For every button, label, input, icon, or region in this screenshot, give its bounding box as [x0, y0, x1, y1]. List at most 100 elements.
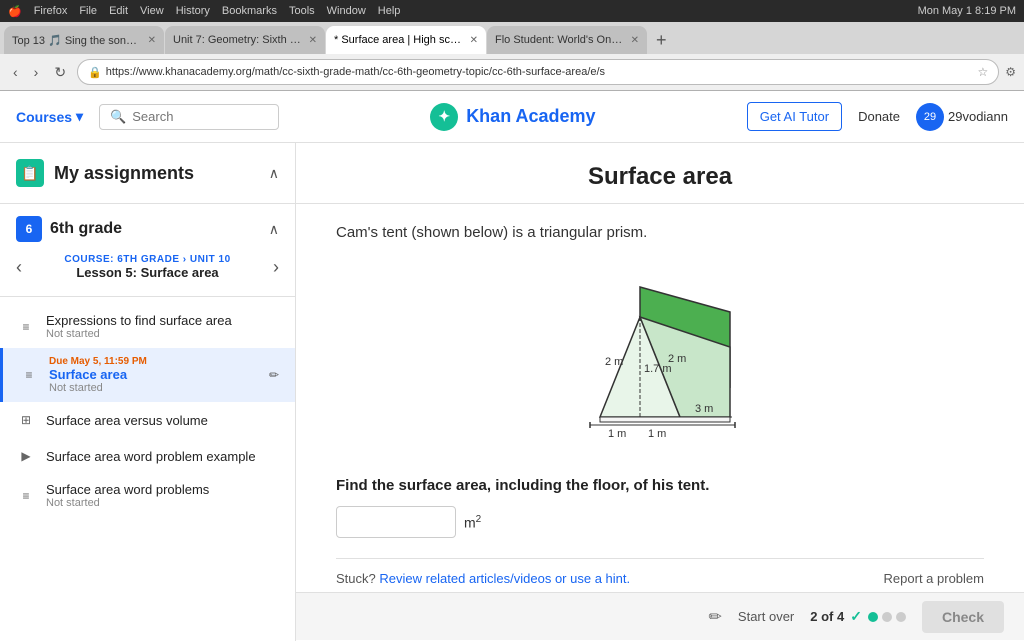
progress-text: 2 of 4	[810, 609, 844, 624]
label-1m-left: 1 m	[608, 428, 626, 440]
edit-menu[interactable]: Edit	[109, 5, 128, 17]
next-lesson-button[interactable]: ›	[273, 257, 279, 278]
item-content: Surface area versus volume	[46, 413, 279, 428]
content-area: Surface area Cam's tent (shown below) is…	[296, 143, 1024, 641]
file-menu[interactable]: File	[79, 5, 97, 17]
sidebar-grade-header: 6 6th grade ∧	[16, 216, 279, 242]
sidebar-item-word-problem-example[interactable]: ▶ Surface area word problem example	[0, 438, 295, 474]
start-over-button[interactable]: Start over	[738, 609, 794, 624]
sidebar-item-surface-area[interactable]: ≡ Due May 5, 11:59 PM Surface area Not s…	[0, 348, 295, 402]
progress-dot-1	[868, 612, 878, 622]
refresh-button[interactable]: ↻	[49, 62, 71, 83]
tabs-bar: Top 13 🎵 Sing the song if yo X ✕ Unit 7:…	[0, 22, 1024, 54]
close-icon[interactable]: ✕	[631, 35, 639, 46]
pencil-icon[interactable]: ✏	[709, 607, 722, 627]
report-problem-link[interactable]: Report a problem	[884, 571, 984, 586]
new-tab-button[interactable]: +	[648, 30, 675, 51]
item-title: Surface area word problems	[46, 482, 279, 497]
close-icon[interactable]: ✕	[470, 35, 478, 46]
back-button[interactable]: ‹	[8, 62, 23, 82]
item-title: Surface area versus volume	[46, 413, 279, 428]
hint-link[interactable]: Review related articles/videos or use a …	[379, 571, 630, 586]
view-menu[interactable]: View	[140, 5, 164, 17]
tools-menu[interactable]: Tools	[289, 5, 315, 17]
progress-dot-2	[882, 612, 892, 622]
firefox-menu[interactable]: Firefox	[34, 5, 68, 17]
prev-lesson-button[interactable]: ‹	[16, 257, 22, 278]
search-input[interactable]	[132, 109, 252, 124]
username: 29vodiann	[948, 109, 1008, 124]
ai-tutor-button[interactable]: Get AI Tutor	[747, 102, 842, 131]
exercise-icon: ≡	[19, 365, 39, 385]
search-bar[interactable]: 🔍	[99, 104, 279, 130]
user-menu[interactable]: 29 29vodiann	[916, 103, 1008, 131]
assignments-icon: 📋	[16, 159, 44, 187]
sidebar-item-expressions[interactable]: ≡ Expressions to find surface area Not s…	[0, 305, 295, 348]
item-content: Surface area word problem example	[46, 449, 279, 464]
progress-dots	[868, 612, 906, 622]
macos-status: Mon May 1 8:19 PM	[918, 5, 1016, 17]
exercise-icon: ≡	[16, 317, 36, 337]
ka-logo: ✦ Khan Academy	[295, 103, 731, 131]
bottom-bar: ✏ Start over 2 of 4 ✓ Check	[296, 592, 1024, 640]
tab-label: * Surface area | High school ge...	[334, 34, 464, 46]
ka-logo-icon: ✦	[430, 103, 458, 131]
grade-chevron-icon[interactable]: ∧	[269, 221, 279, 238]
donate-button[interactable]: Donate	[858, 109, 900, 124]
lesson-name: Lesson 5: Surface area	[64, 265, 230, 280]
tab-top13[interactable]: Top 13 🎵 Sing the song if yo X ✕	[4, 26, 164, 54]
forward-button[interactable]: ›	[29, 62, 44, 82]
close-icon[interactable]: ✕	[309, 35, 317, 46]
lesson-nav: ‹ COURSE: 6TH GRADE › UNIT 10 Lesson 5: …	[16, 250, 279, 284]
item-content: Expressions to find surface area Not sta…	[46, 313, 279, 340]
tent-floor	[600, 417, 730, 422]
main-layout: 📋 My assignments ∧ 6 6th grade ∧ ‹ COURS…	[0, 143, 1024, 641]
item-status: Not started	[46, 328, 279, 340]
bookmarks-menu[interactable]: Bookmarks	[222, 5, 277, 17]
url-bar[interactable]: 🔒 https://www.khanacademy.org/math/cc-si…	[77, 59, 999, 85]
progress-dot-3	[896, 612, 906, 622]
sidebar-item-word-problems[interactable]: ≡ Surface area word problems Not started	[0, 474, 295, 517]
courses-label: Courses	[16, 109, 72, 125]
avatar: 29	[916, 103, 944, 131]
edit-icon[interactable]: ✏	[269, 368, 279, 382]
close-icon[interactable]: ✕	[148, 35, 156, 46]
bookmark-icon[interactable]: ☆	[977, 65, 988, 79]
sidebar-grade-title: 6 6th grade	[16, 216, 122, 242]
item-title: Surface area word problem example	[46, 449, 279, 464]
stuck-text: Stuck? Review related articles/videos or…	[336, 571, 630, 586]
help-menu[interactable]: Help	[378, 5, 401, 17]
sidebar-item-surface-versus-volume[interactable]: ⊞ Surface area versus volume	[0, 402, 295, 438]
sidebar-items-list: ≡ Expressions to find surface area Not s…	[0, 297, 295, 525]
item-content: Surface area word problems Not started	[46, 482, 279, 509]
label-2m-left: 2 m	[605, 356, 623, 368]
extensions-icon[interactable]: ⚙	[1005, 65, 1016, 79]
ka-logo-text: Khan Academy	[466, 106, 595, 127]
window-menu[interactable]: Window	[327, 5, 366, 17]
tab-surface-area[interactable]: * Surface area | High school ge... ✕	[326, 26, 486, 54]
item-title: Surface area	[49, 367, 259, 382]
macos-bar: 🍎 Firefox File Edit View History Bookmar…	[0, 0, 1024, 22]
tab-flo[interactable]: Flo Student: World's Only Liv... PLAYING…	[487, 26, 647, 54]
item-title: Expressions to find surface area	[46, 313, 279, 328]
item-status: Not started	[46, 497, 279, 509]
tab-label: Flo Student: World's Only Liv... PLAYING	[495, 34, 625, 46]
toolbar-icons: ⚙	[1005, 65, 1016, 79]
grade-label: 6th grade	[50, 220, 122, 238]
sidebar-grade-section: 6 6th grade ∧ ‹ COURSE: 6TH GRADE › UNIT…	[0, 204, 295, 297]
answer-box: m2	[336, 506, 984, 538]
answer-input[interactable]	[336, 506, 456, 538]
assignments-chevron-icon[interactable]: ∧	[269, 165, 279, 182]
check-mark-icon: ✓	[850, 608, 862, 625]
url-text: https://www.khanacademy.org/math/cc-sixt…	[106, 66, 974, 78]
history-menu[interactable]: History	[176, 5, 210, 17]
apple-icon: 🍎	[8, 5, 22, 18]
assignments-label: My assignments	[54, 163, 194, 184]
tab-label: Top 13 🎵 Sing the song if yo X	[12, 34, 142, 47]
chevron-down-icon: ▾	[76, 108, 83, 125]
tab-unit7[interactable]: Unit 7: Geometry: Sixth Grade ✕	[165, 26, 325, 54]
courses-button[interactable]: Courses ▾	[16, 108, 83, 125]
check-button[interactable]: Check	[922, 601, 1004, 633]
macos-menu: 🍎 Firefox File Edit View History Bookmar…	[8, 5, 400, 18]
answer-unit: m2	[464, 514, 481, 531]
